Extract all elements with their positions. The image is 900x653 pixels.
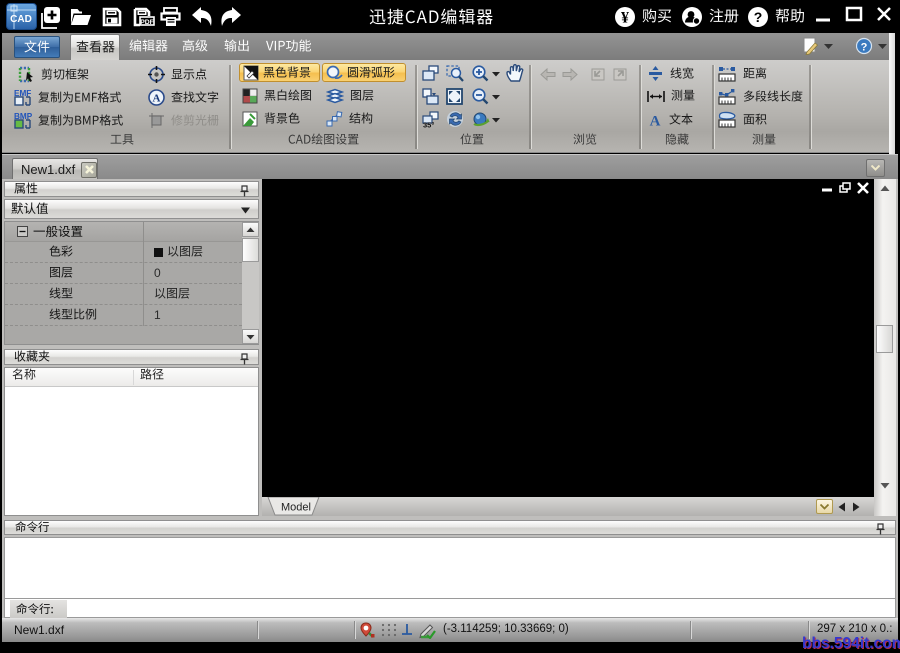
- svg-text:?: ?: [861, 42, 868, 54]
- svg-text:35°: 35°: [423, 121, 434, 129]
- svg-text:CAD: CAD: [10, 14, 32, 25]
- svg-text:A: A: [650, 114, 661, 128]
- svg-text:¥: ¥: [621, 10, 629, 27]
- svg-text:PDF: PDF: [140, 19, 154, 26]
- svg-text:?: ?: [754, 9, 763, 25]
- svg-text:Model: Model: [281, 502, 311, 514]
- svg-text:A: A: [153, 93, 161, 105]
